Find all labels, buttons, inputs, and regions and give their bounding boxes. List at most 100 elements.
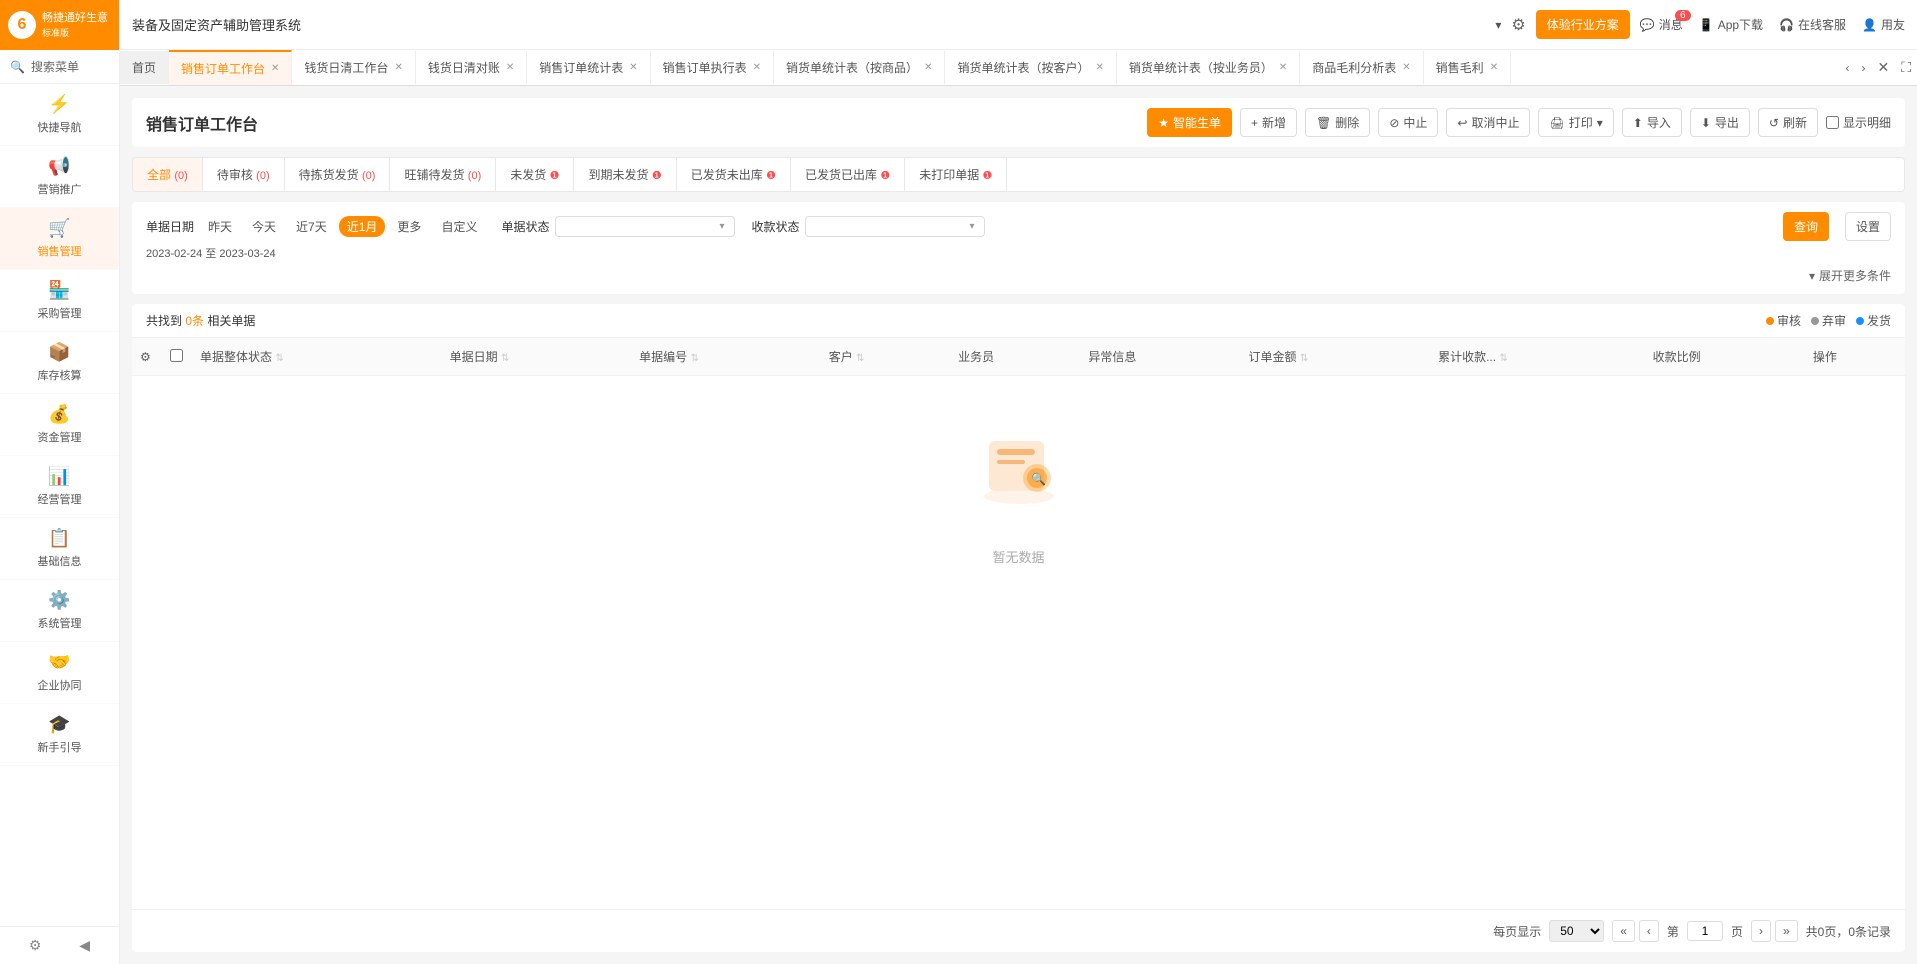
sidebar-item-inventory[interactable]: 📦 库存核算	[0, 332, 119, 394]
sidebar-item-operation[interactable]: 📊 经营管理	[0, 456, 119, 518]
tab-cash-reconcile[interactable]: 钱货日清对账 ✕	[416, 51, 527, 84]
sales-stat-staff-tab-close[interactable]: ✕	[1279, 62, 1287, 73]
show-detail-label[interactable]: 显示明细	[1826, 114, 1891, 131]
cash-reconcile-tab-close[interactable]: ✕	[506, 62, 514, 73]
sidebar-item-finance[interactable]: 💰 资金管理	[0, 394, 119, 456]
filter-status-select[interactable]: ▾	[555, 216, 735, 237]
tab-home[interactable]: 首页	[120, 51, 169, 84]
sales-income-tab-close[interactable]: ✕	[1490, 62, 1498, 73]
sidebar-search[interactable]: 🔍 搜索菜单	[0, 50, 119, 84]
service-icon: 🎧	[1779, 18, 1794, 32]
sales-stat-tab-close[interactable]: ✕	[629, 62, 637, 73]
review-button[interactable]: 审核	[1766, 312, 1801, 329]
cancel-stop-button[interactable]: ↩ 取消中止	[1446, 108, 1530, 137]
subtab-unprinted[interactable]: 未打印单据 ❶	[905, 158, 1007, 191]
tab-sales-stat-staff[interactable]: 销货单统计表（按业务员） ✕	[1117, 51, 1300, 84]
subtab-pending-inspect[interactable]: 待拣货发货 (0)	[285, 158, 391, 191]
page-size-label: 每页显示	[1493, 923, 1541, 940]
page-next-btn[interactable]: ›	[1751, 920, 1771, 942]
filter-date-1month[interactable]: 近1月	[339, 216, 386, 237]
cancel-review-button[interactable]: 弃审	[1811, 312, 1846, 329]
tab-sales-income[interactable]: 销售毛利 ✕	[1424, 51, 1511, 84]
tabbar-prev-arrow[interactable]: ‹	[1839, 53, 1855, 83]
sales-stat-customer-tab-close[interactable]: ✕	[1095, 62, 1103, 73]
subtab-pending-review[interactable]: 待审核 (0)	[203, 158, 285, 191]
topbar-cta-button[interactable]: 体验行业方案	[1536, 10, 1630, 39]
table-col-date[interactable]: 单据日期	[442, 338, 632, 376]
tabbar-close-all[interactable]: ✕	[1871, 51, 1895, 84]
export-button[interactable]: ⬇ 导出	[1690, 108, 1750, 137]
filter-date-yesterday[interactable]: 昨天	[200, 216, 240, 237]
subtab-wangpu[interactable]: 旺铺待发货 (0)	[390, 158, 496, 191]
sidebar-item-sales[interactable]: 🛒 销售管理	[0, 208, 119, 270]
sales-workbench-tab-close[interactable]: ✕	[271, 63, 279, 74]
smart-create-button[interactable]: ★ 智能生单	[1147, 108, 1232, 137]
table-scroll-area[interactable]: ⚙ 单据整体状态 单据日期 单据编号	[132, 338, 1905, 909]
topbar-settings-icon[interactable]: ⚙	[1511, 15, 1525, 35]
sidebar-item-nav[interactable]: ⚡ 快捷导航	[0, 84, 119, 146]
topbar-dropdown[interactable]: ▾	[1495, 18, 1501, 32]
subtab-unshipped[interactable]: 未发货 ❶	[496, 158, 574, 191]
ship-button[interactable]: 发货	[1856, 312, 1891, 329]
table-col-status[interactable]: 单据整体状态	[192, 338, 442, 376]
tab-sales-stat-product[interactable]: 销货单统计表（按商品） ✕	[774, 51, 945, 84]
subtab-shipped-not-out[interactable]: 已发货未出库 ❶	[677, 158, 791, 191]
tab-goods-margin[interactable]: 商品毛利分析表 ✕	[1300, 51, 1423, 84]
table-checkbox-col[interactable]	[162, 338, 192, 376]
add-button[interactable]: + 新增	[1240, 108, 1297, 137]
topbar-service[interactable]: 🎧 在线客服	[1779, 16, 1846, 33]
tab-sales-stat[interactable]: 销售订单统计表 ✕	[527, 51, 650, 84]
subtab-shipped-not-out-label: 已发货未出库	[691, 168, 763, 182]
table-col-collected[interactable]: 累计收款...	[1430, 338, 1645, 376]
query-button[interactable]: 查询	[1783, 212, 1829, 241]
tab-sales-exec[interactable]: 销售订单执行表 ✕	[651, 51, 774, 84]
tabbar-next-arrow[interactable]: ›	[1855, 53, 1871, 83]
table-settings-col[interactable]: ⚙	[132, 338, 162, 376]
page-last-btn[interactable]: »	[1775, 920, 1798, 942]
topbar-user[interactable]: 👤 用友	[1862, 16, 1905, 33]
delete-button[interactable]: 🗑 删除	[1305, 108, 1370, 137]
cash-daily-tab-close[interactable]: ✕	[394, 62, 402, 73]
tab-sales-workbench[interactable]: 销售订单工作台 ✕	[169, 50, 292, 85]
filter-date-custom[interactable]: 自定义	[433, 216, 485, 237]
expand-conditions-button[interactable]: ▾ 展开更多条件	[1809, 267, 1891, 284]
stop-button[interactable]: ⊘ 中止	[1378, 108, 1438, 137]
sidebar-item-enterprise[interactable]: 🤝 企业协同	[0, 642, 119, 704]
filter-settings-button[interactable]: 设置	[1845, 212, 1891, 241]
filter-payment-select[interactable]: ▾	[805, 216, 985, 237]
subtab-overdue[interactable]: 到期未发货 ❶	[574, 158, 676, 191]
sales-stat-product-tab-close[interactable]: ✕	[924, 62, 932, 73]
tab-sales-stat-customer[interactable]: 销货单统计表（按客户） ✕	[945, 51, 1116, 84]
sidebar-item-basic[interactable]: 📋 基础信息	[0, 518, 119, 580]
sidebar-collapse-btn[interactable]: ◀	[79, 937, 90, 954]
print-button[interactable]: 🖨 打印 ▾	[1538, 108, 1613, 137]
filter-date-today[interactable]: 今天	[244, 216, 284, 237]
tab-cash-daily[interactable]: 钱货日清工作台 ✕	[292, 51, 415, 84]
subtab-shipped-out[interactable]: 已发货已出库 ❶	[791, 158, 905, 191]
sidebar-item-newbie[interactable]: 🎓 新手引导	[0, 704, 119, 766]
sidebar-settings-btn[interactable]: ⚙	[29, 937, 42, 954]
sales-exec-tab-close[interactable]: ✕	[753, 62, 761, 73]
page-prev-btn[interactable]: ‹	[1639, 920, 1659, 942]
topbar-message[interactable]: 💬 消息 6	[1640, 16, 1683, 33]
tabbar-fullscreen[interactable]: ⛶	[1895, 51, 1917, 84]
filter-date-7days[interactable]: 近7天	[288, 216, 335, 237]
table-col-amount[interactable]: 订单金额	[1241, 338, 1431, 376]
page-size-select[interactable]: 50 10 20 100	[1549, 920, 1604, 942]
import-button[interactable]: ⬆ 导入	[1622, 108, 1682, 137]
sidebar-item-system[interactable]: ⚙️ 系统管理	[0, 580, 119, 642]
page-first-btn[interactable]: «	[1612, 920, 1635, 942]
refresh-button[interactable]: ↺ 刷新	[1758, 108, 1818, 137]
sidebar-item-marketing[interactable]: 📢 营销推广	[0, 146, 119, 208]
page-input[interactable]	[1687, 921, 1723, 941]
table-col-customer[interactable]: 客户	[821, 338, 950, 376]
tabbar-controls: ✕ ⛶	[1871, 51, 1917, 84]
select-all-checkbox[interactable]	[170, 349, 183, 362]
filter-date-more[interactable]: 更多	[389, 216, 429, 237]
sidebar-item-purchase[interactable]: 🏪 采购管理	[0, 270, 119, 332]
subtab-all[interactable]: 全部 (0)	[133, 158, 203, 191]
show-detail-checkbox[interactable]	[1826, 116, 1839, 129]
table-col-number[interactable]: 单据编号	[631, 338, 821, 376]
topbar-app-download[interactable]: 📱 App下载	[1699, 16, 1763, 33]
goods-margin-tab-close[interactable]: ✕	[1402, 62, 1410, 73]
